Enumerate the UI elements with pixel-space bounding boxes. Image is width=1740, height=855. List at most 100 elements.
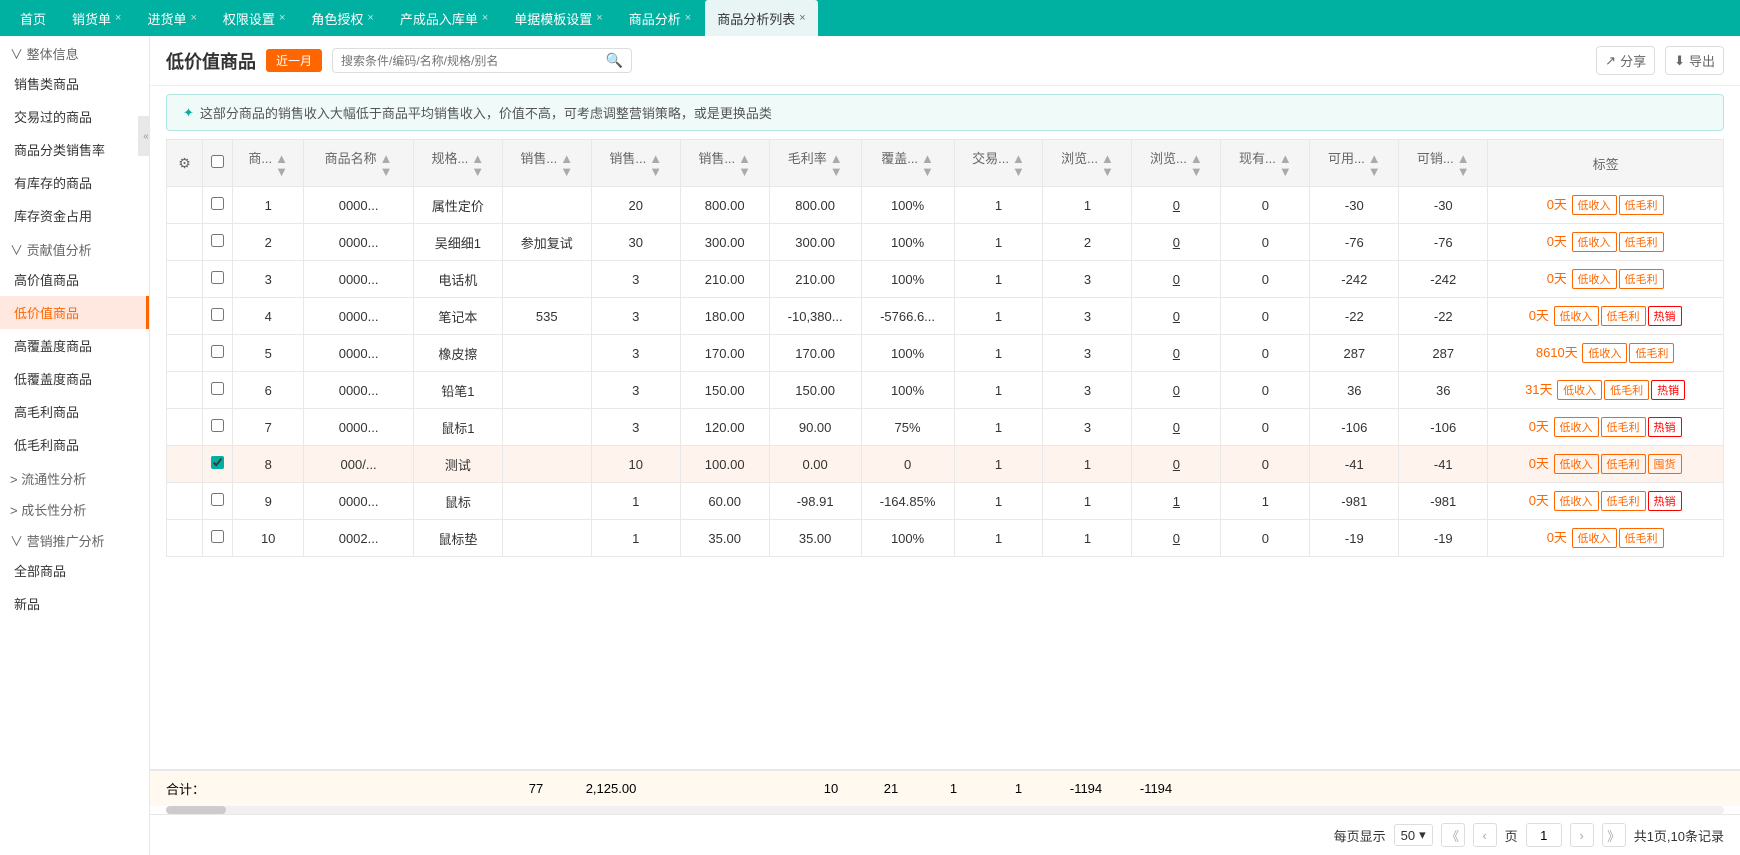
row-transactions: 3 <box>1043 261 1132 298</box>
row-code: 0000... <box>304 335 413 372</box>
row-coverage: 1 <box>954 335 1043 372</box>
sidebar-item-low-coverage[interactable]: 低覆盖度商品 <box>0 362 149 395</box>
sidebar-item-low-value[interactable]: 低价值商品 <box>0 296 149 329</box>
nav-sales-order[interactable]: 销货单 × <box>60 0 133 36</box>
row-checkbox-8[interactable] <box>211 493 224 506</box>
last-page-button[interactable]: 》 <box>1602 823 1626 847</box>
select-all-checkbox[interactable] <box>211 155 224 168</box>
first-page-button[interactable]: 《 <box>1441 823 1465 847</box>
sidebar-item-sales-products[interactable]: 销售类商品 <box>0 67 149 100</box>
row-checkbox-0[interactable] <box>211 197 224 210</box>
nav-permissions[interactable]: 权限设置 × <box>211 0 297 36</box>
row-sales-amount: 800.00 <box>680 187 769 224</box>
sidebar-item-traded-products[interactable]: 交易过的商品 <box>0 100 149 133</box>
sidebar-group-overall[interactable]: ∨ 整体信息 <box>0 36 149 67</box>
sidebar-item-low-margin[interactable]: 低毛利商品 <box>0 428 149 461</box>
next-page-button[interactable]: › <box>1570 823 1594 847</box>
table-row: 1 0000... 属性定价 20 800.00 800.00 100% 1 1… <box>167 187 1724 224</box>
sales-gross-column-header: 销售...▲▼ <box>680 140 769 187</box>
nav-product-warehouse[interactable]: 产成品入库单 × <box>388 0 500 36</box>
nav-product-analysis[interactable]: 商品分析 × <box>617 0 703 36</box>
share-button[interactable]: ↗ 分享 <box>1596 46 1655 75</box>
search-icon[interactable]: 🔍 <box>606 52 623 69</box>
row-current-stock: -76 <box>1310 224 1399 261</box>
row-name: 鼠标 <box>413 483 502 520</box>
code-column-header: 商...▲▼ <box>233 140 304 187</box>
row-gross-rate: -5766.6... <box>861 298 954 335</box>
sidebar-item-high-margin[interactable]: 高毛利商品 <box>0 395 149 428</box>
tag: 低收入 <box>1582 343 1627 363</box>
row-checkbox-3[interactable] <box>211 308 224 321</box>
page-number-input[interactable] <box>1526 823 1562 847</box>
row-name: 铅笔1 <box>413 372 502 409</box>
nav-role-auth[interactable]: 角色授权 × <box>299 0 385 36</box>
table-row: 7 0000... 鼠标1 3 120.00 90.00 75% 1 3 0 0… <box>167 409 1724 446</box>
row-checkbox-7[interactable] <box>211 456 224 469</box>
row-spec <box>502 520 591 557</box>
sidebar-item-in-stock[interactable]: 有库存的商品 <box>0 166 149 199</box>
prev-page-button[interactable]: ‹ <box>1473 823 1497 847</box>
nav-close-sales[interactable]: × <box>115 12 121 24</box>
checkbox-column-header <box>203 140 233 187</box>
sidebar-item-new-products[interactable]: 新品 <box>0 587 149 620</box>
nav-close-permissions[interactable]: × <box>279 12 285 24</box>
sidebar-collapse-button[interactable]: « <box>138 116 150 156</box>
row-checkbox-4[interactable] <box>211 345 224 358</box>
search-input[interactable] <box>341 54 600 68</box>
nav-template-settings[interactable]: 单据模板设置 × <box>502 0 614 36</box>
nav-close-analysis-list[interactable]: × <box>799 12 805 24</box>
row-checkbox-5[interactable] <box>211 382 224 395</box>
nav-product-analysis-list[interactable]: 商品分析列表 × <box>705 0 817 36</box>
gear-icon[interactable]: ⚙ <box>178 155 191 171</box>
row-spec: 535 <box>502 298 591 335</box>
row-gross-rate: -164.85% <box>861 483 954 520</box>
row-code: 0000... <box>304 298 413 335</box>
nav-close-analysis[interactable]: × <box>685 12 691 24</box>
scroll-thumb[interactable] <box>166 806 226 814</box>
row-checkbox-2[interactable] <box>211 271 224 284</box>
nav-close-warehouse[interactable]: × <box>482 12 488 24</box>
sidebar-item-high-value[interactable]: 高价值商品 <box>0 263 149 296</box>
row-tags: 0天 低收入低毛利 <box>1488 520 1724 557</box>
horizontal-scrollbar[interactable] <box>166 806 1724 814</box>
row-name: 笔记本 <box>413 298 502 335</box>
row-checkbox-cell <box>203 261 233 298</box>
row-coverage: 1 <box>954 409 1043 446</box>
row-checkbox-1[interactable] <box>211 234 224 247</box>
nav-purchase[interactable]: 进货单 × <box>135 0 208 36</box>
table-header-row: ⚙ 商...▲▼ 商品名称▲▼ 规格...▲▼ 销售...▲▼ 销售...▲▼ … <box>167 140 1724 187</box>
nav-close-role[interactable]: × <box>367 12 373 24</box>
time-filter-button[interactable]: 近一月 <box>266 49 322 72</box>
sidebar-item-category-rate[interactable]: 商品分类销售率 <box>0 133 149 166</box>
row-checkbox-cell <box>203 372 233 409</box>
search-box: 🔍 <box>332 48 632 73</box>
sidebar-item-high-coverage[interactable]: 高覆盖度商品 <box>0 329 149 362</box>
row-checkbox-6[interactable] <box>211 419 224 432</box>
sidebar-group-growth[interactable]: > 成长性分析 <box>0 492 149 523</box>
sidebar-group-contribution[interactable]: ∨ 贡献值分析 <box>0 232 149 263</box>
row-gross-rate: 100% <box>861 224 954 261</box>
row-gear-cell <box>167 298 203 335</box>
sidebar-group-circulation[interactable]: > 流通性分析 <box>0 461 149 492</box>
sidebar-item-stock-capital[interactable]: 库存资金占用 <box>0 199 149 232</box>
row-checkbox-9[interactable] <box>211 530 224 543</box>
gear-column-header: ⚙ <box>167 140 203 187</box>
summary-available: -1194 <box>1121 781 1191 796</box>
row-spec <box>502 187 591 224</box>
nav-close-purchase[interactable]: × <box>190 12 196 24</box>
nav-close-template[interactable]: × <box>596 12 602 24</box>
row-tags: 8610天 低收入低毛利 <box>1488 335 1724 372</box>
row-tags: 0天 低收入低毛利热销 <box>1488 483 1724 520</box>
row-checkbox-cell <box>203 224 233 261</box>
sidebar-item-all-products[interactable]: 全部商品 <box>0 554 149 587</box>
row-browse2: 0 <box>1221 409 1310 446</box>
table-row: 10 0002... 鼠标垫 1 35.00 35.00 100% 1 1 0 … <box>167 520 1724 557</box>
nav-home[interactable]: 首页 <box>8 0 58 36</box>
row-transactions: 2 <box>1043 224 1132 261</box>
sidebar-group-marketing[interactable]: ∨ 营销推广分析 <box>0 523 149 554</box>
row-name: 吴细细1 <box>413 224 502 261</box>
export-button[interactable]: ⬇ 导出 <box>1665 46 1724 75</box>
row-name: 测试 <box>413 446 502 483</box>
row-number: 2 <box>233 224 304 261</box>
page-size-select[interactable]: 50 ▾ <box>1394 824 1433 846</box>
